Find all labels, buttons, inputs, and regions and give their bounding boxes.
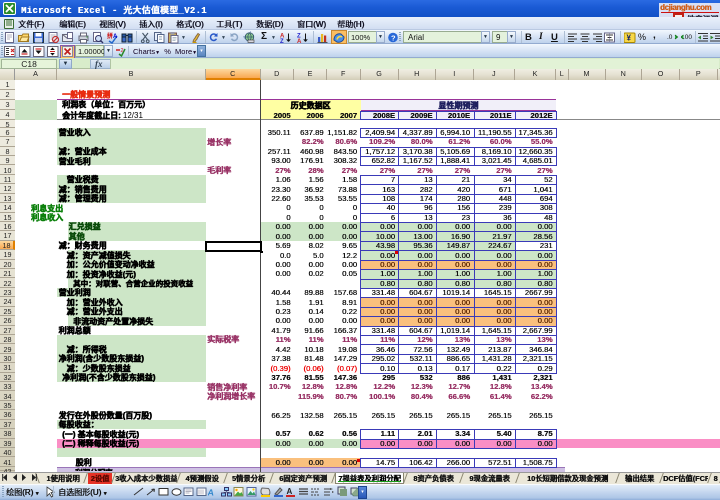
svg-text:.00: .00 xyxy=(683,34,692,41)
svg-text:A: A xyxy=(287,487,293,496)
svg-text:A: A xyxy=(297,39,302,44)
svg-text:?: ? xyxy=(391,33,396,42)
svg-text:.0: .0 xyxy=(667,34,673,41)
svg-text:A: A xyxy=(208,488,215,498)
svg-text:¥: ¥ xyxy=(627,33,632,42)
svg-text:Z: Z xyxy=(280,39,284,44)
svg-text:A: A xyxy=(113,34,118,40)
svg-text:2: 2 xyxy=(121,48,124,54)
